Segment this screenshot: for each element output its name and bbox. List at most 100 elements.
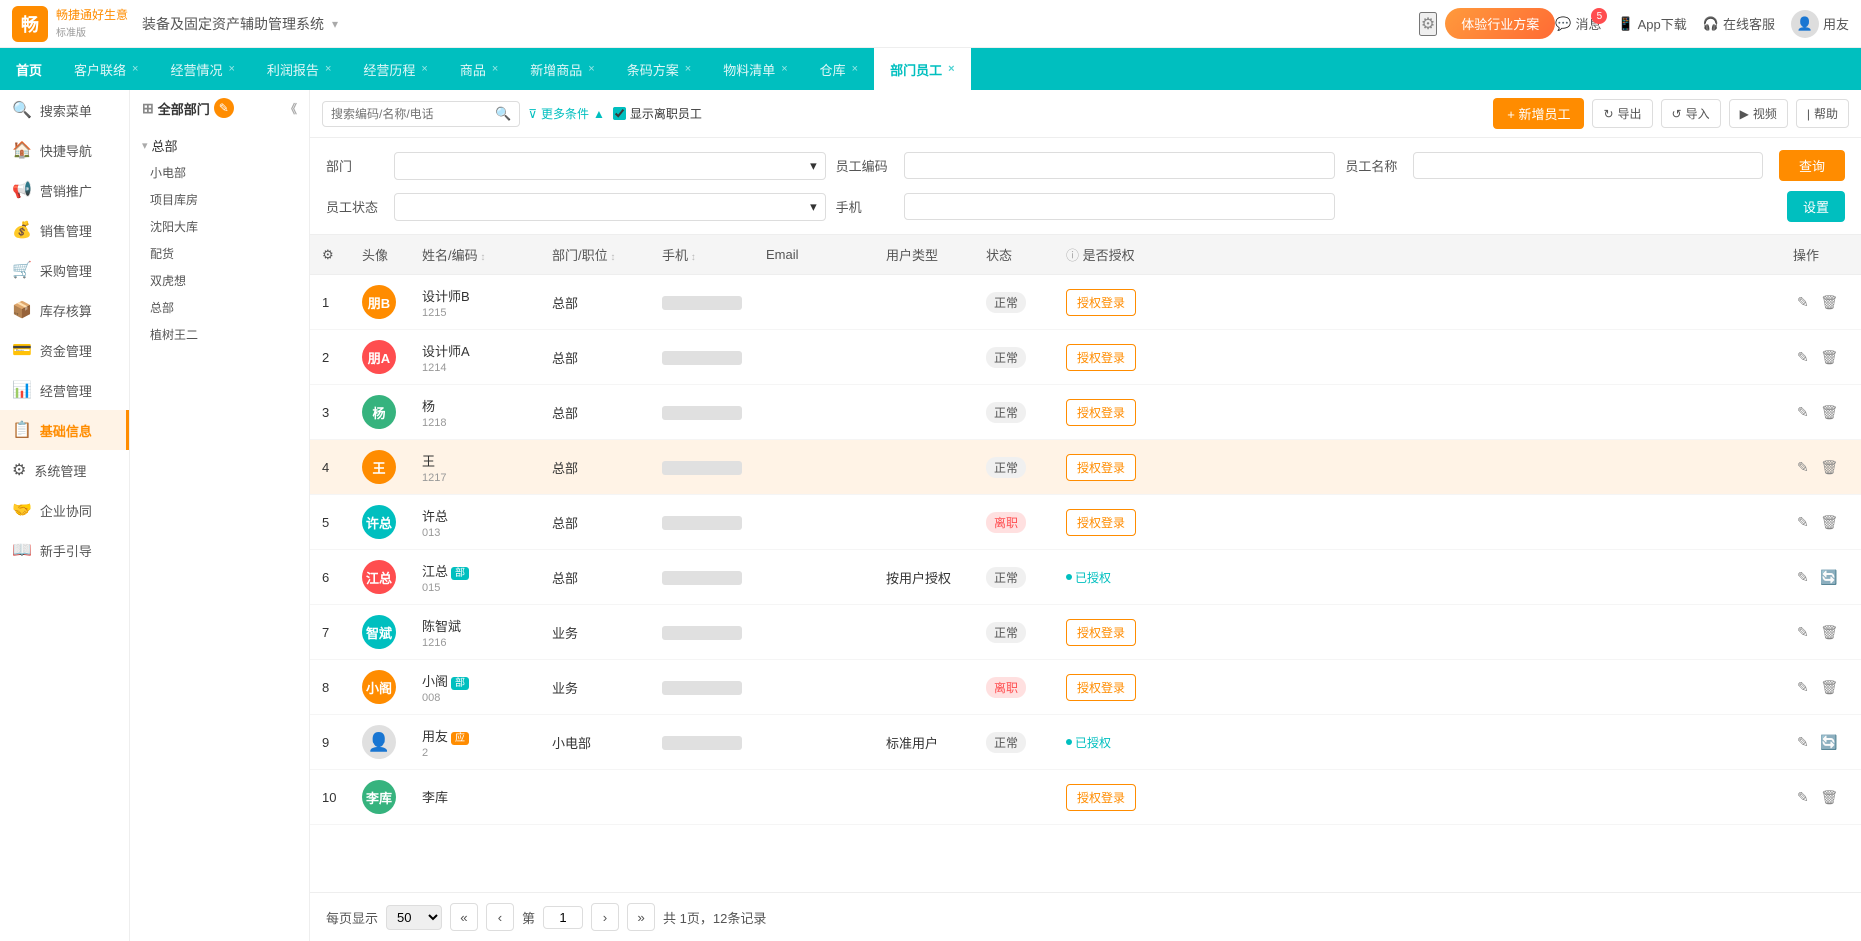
nav-tab-process[interactable]: 经营历程 × [347, 48, 443, 90]
show-resign-checkbox-area[interactable]: 显示离职员工 [613, 105, 702, 122]
nav-tab-home[interactable]: 首页 [0, 48, 58, 90]
sidebar-item-nav[interactable]: 🏠 快捷导航 [0, 130, 129, 170]
search-submit-icon[interactable]: 🔍 [495, 106, 511, 122]
delete-button[interactable]: 🗑 [1816, 677, 1842, 698]
nav-tab-dept-emp[interactable]: 部门员工 × [874, 48, 970, 90]
dept-add-button[interactable]: ✎ [214, 98, 234, 118]
help-button[interactable]: | 帮助 [1796, 99, 1849, 128]
col-settings[interactable]: ⚙ [310, 235, 350, 275]
import-button[interactable]: ↺ 导入 [1661, 99, 1721, 128]
auth-button[interactable]: 授权登录 [1066, 344, 1136, 371]
dept-child-hq[interactable]: 总部 [130, 294, 309, 321]
app-download-button[interactable]: 📱 App下载 [1617, 14, 1686, 33]
auth-button[interactable]: 授权登录 [1066, 289, 1136, 316]
edit-button[interactable]: ✎ [1793, 292, 1813, 313]
close-warehouse-icon[interactable]: × [852, 63, 858, 75]
trial-button[interactable]: 体验行业方案 [1445, 8, 1555, 39]
emp-name-input[interactable] [1413, 152, 1763, 179]
dept-child-distribution[interactable]: 配货 [130, 240, 309, 267]
nav-tab-operation[interactable]: 经营情况 × [154, 48, 250, 90]
close-operation-icon[interactable]: × [228, 63, 234, 75]
auth-button[interactable]: 授权登录 [1066, 454, 1136, 481]
col-name[interactable]: 姓名/编码 [410, 235, 540, 275]
page-size-select[interactable]: 50 100 200 [386, 905, 442, 930]
emp-status-select[interactable]: ▾ [394, 193, 826, 221]
dept-child-project[interactable]: 项目库房 [130, 186, 309, 213]
sidebar-item-sales[interactable]: 💰 销售管理 [0, 210, 129, 250]
search-box[interactable]: 🔍 [322, 101, 520, 127]
close-goods-icon[interactable]: × [492, 63, 498, 75]
next-page-button[interactable]: › [591, 903, 619, 931]
search-input[interactable] [331, 107, 491, 121]
online-service-button[interactable]: 🎧 在线客服 [1703, 14, 1775, 33]
close-process-icon[interactable]: × [421, 63, 427, 75]
show-resign-checkbox[interactable] [613, 107, 626, 120]
nav-tab-warehouse[interactable]: 仓库 × [804, 48, 874, 90]
auth-button[interactable]: 授权登录 [1066, 619, 1136, 646]
edit-button[interactable]: ✎ [1793, 347, 1813, 368]
dept-child-zhishu[interactable]: 植树王二 [130, 321, 309, 348]
sidebar-item-business[interactable]: 📊 经营管理 [0, 370, 129, 410]
edit-button[interactable]: ✎ [1793, 512, 1813, 533]
dept-all[interactable]: ⊞ 全部部门 ✎ 《 [130, 90, 309, 126]
emp-code-input[interactable] [904, 152, 1336, 179]
delete-button[interactable]: 🗑 [1816, 787, 1842, 808]
dept-child-shenyang[interactable]: 沈阳大库 [130, 213, 309, 240]
delete-button[interactable]: 🗑 [1816, 622, 1842, 643]
message-button[interactable]: 💬 消息 5 [1555, 14, 1601, 33]
close-barcode-icon[interactable]: × [685, 63, 691, 75]
close-profit-icon[interactable]: × [325, 63, 331, 75]
view-button[interactable]: ▶ 视频 [1729, 99, 1788, 128]
nav-tab-goods[interactable]: 商品 × [444, 48, 514, 90]
export-button[interactable]: ↻ 导出 [1592, 99, 1652, 128]
last-page-button[interactable]: » [627, 903, 655, 931]
edit-button[interactable]: ✎ [1793, 732, 1813, 753]
sidebar-item-search[interactable]: 🔍 搜索菜单 [0, 90, 129, 130]
nav-tab-bom[interactable]: 物料清单 × [707, 48, 803, 90]
search-button[interactable]: 查询 [1779, 150, 1845, 181]
page-input[interactable] [543, 906, 583, 929]
close-customer-icon[interactable]: × [132, 63, 138, 75]
sidebar-item-purchase[interactable]: 🛒 采购管理 [0, 250, 129, 290]
delete-button[interactable]: 🗑 [1816, 292, 1842, 313]
auth-button[interactable]: 授权登录 [1066, 784, 1136, 811]
nav-tab-profit[interactable]: 利润报告 × [251, 48, 347, 90]
delete-button[interactable]: 🗑 [1816, 457, 1842, 478]
sidebar-item-basic[interactable]: 📋 基础信息 [0, 410, 129, 450]
dept-group-title-headquarters[interactable]: ▾ 总部 [130, 132, 309, 159]
delete-button[interactable]: 🗑 [1816, 512, 1842, 533]
nav-tab-customer[interactable]: 客户联络 × [58, 48, 154, 90]
dept-select[interactable]: ▾ [394, 152, 826, 180]
system-title-dropdown-icon[interactable]: ▾ [332, 17, 338, 31]
edit-button[interactable]: ✎ [1793, 457, 1813, 478]
edit-button[interactable]: ✎ [1793, 567, 1813, 588]
edit-button[interactable]: ✎ [1793, 622, 1813, 643]
col-dept[interactable]: 部门/职位 [540, 235, 650, 275]
dept-collapse-icon[interactable]: 《 [285, 100, 297, 117]
more-filter-button[interactable]: ⊽ 更多条件 ▲ [528, 105, 605, 122]
edit-button[interactable]: ✎ [1793, 677, 1813, 698]
add-employee-button[interactable]: + 新增员工 [1493, 98, 1584, 129]
edit-button[interactable]: ✎ [1793, 787, 1813, 808]
user-area[interactable]: 👤 用友 [1791, 10, 1849, 38]
col-phone[interactable]: 手机 [650, 235, 754, 275]
auth-button[interactable]: 授权登录 [1066, 399, 1136, 426]
prev-page-button[interactable]: ‹ [486, 903, 514, 931]
sidebar-item-finance[interactable]: 💳 资金管理 [0, 330, 129, 370]
first-page-button[interactable]: « [450, 903, 478, 931]
edit-button[interactable]: ✎ [1793, 402, 1813, 423]
close-dept-emp-icon[interactable]: × [948, 63, 954, 75]
auth-button[interactable]: 授权登录 [1066, 509, 1136, 536]
dept-child-xiaodian[interactable]: 小电部 [130, 159, 309, 186]
gear-button[interactable]: ⚙ [1419, 12, 1437, 36]
auth-button[interactable]: 授权登录 [1066, 674, 1136, 701]
delete-button[interactable]: 🔄 [1816, 732, 1841, 753]
close-bom-icon[interactable]: × [781, 63, 787, 75]
nav-tab-barcode[interactable]: 条码方案 × [611, 48, 707, 90]
sidebar-item-collab[interactable]: 🤝 企业协同 [0, 490, 129, 530]
delete-button[interactable]: 🔄 [1816, 567, 1841, 588]
delete-button[interactable]: 🗑 [1816, 347, 1842, 368]
reset-button[interactable]: 设置 [1787, 191, 1845, 222]
delete-button[interactable]: 🗑 [1816, 402, 1842, 423]
sidebar-item-system[interactable]: ⚙ 系统管理 [0, 450, 129, 490]
